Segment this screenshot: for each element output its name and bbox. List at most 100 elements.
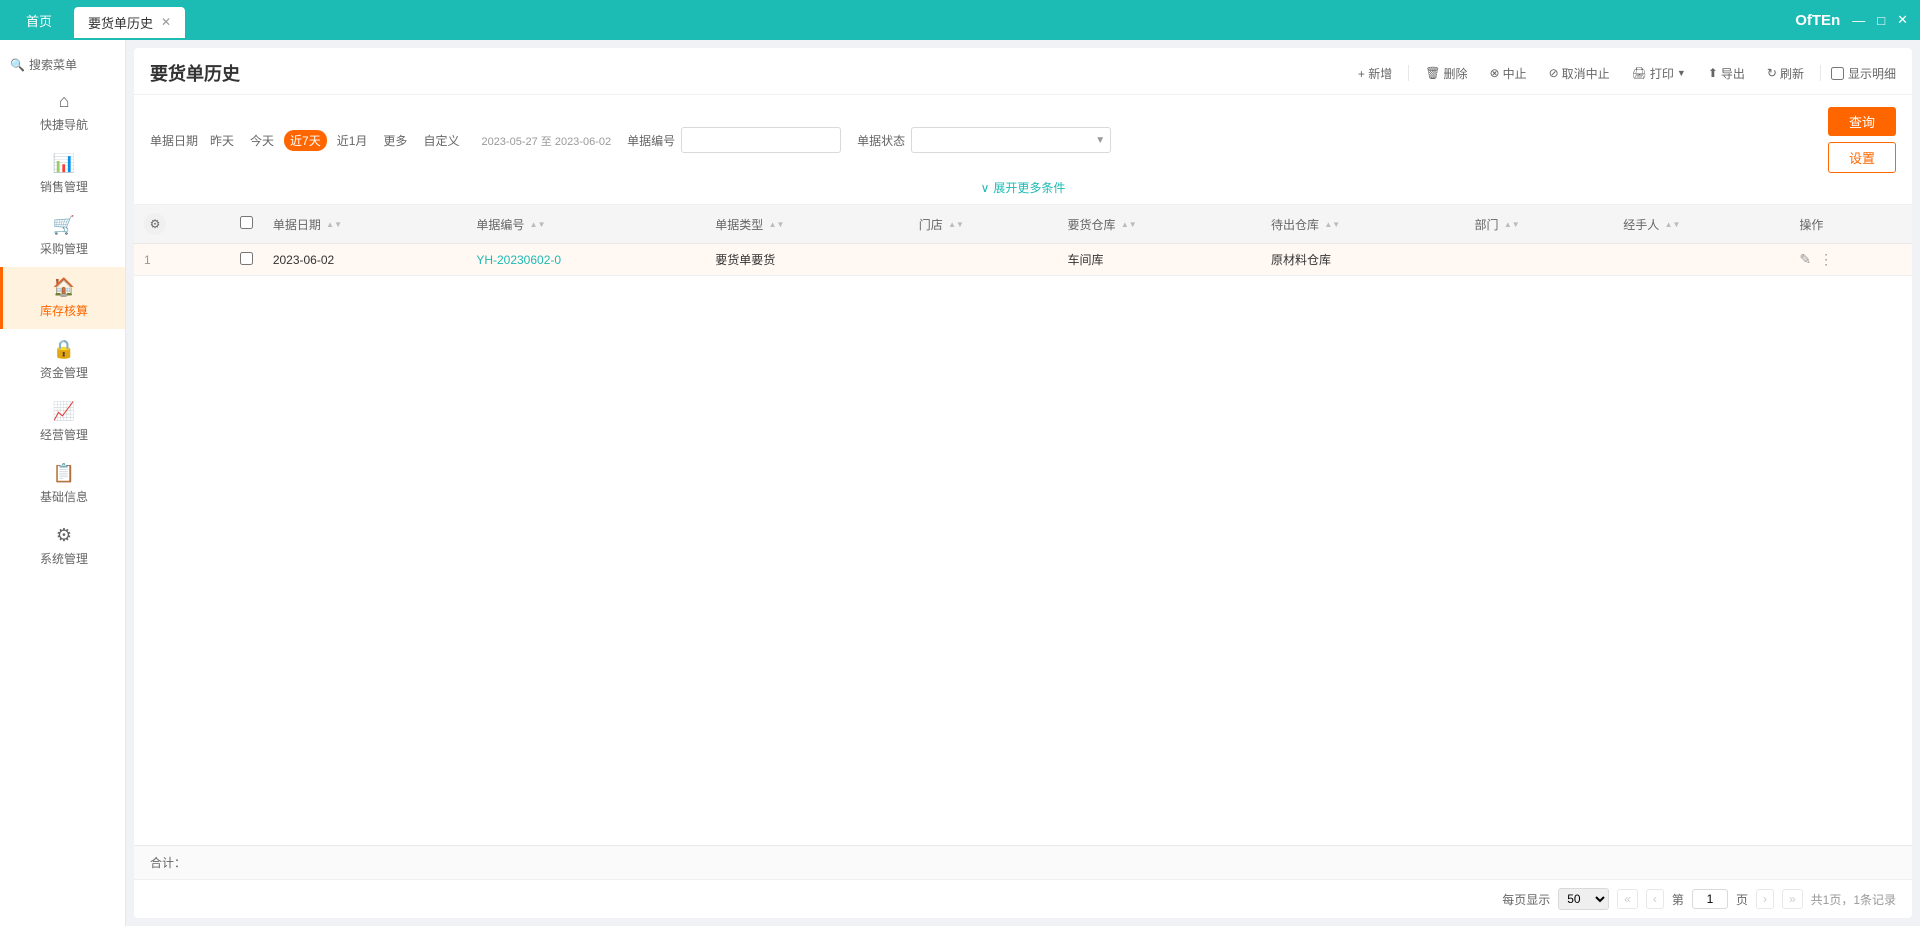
- tab-close-icon[interactable]: ✕: [161, 15, 171, 29]
- select-all-checkbox[interactable]: [240, 216, 253, 229]
- col-doc-type-label: 单据类型: [715, 218, 763, 232]
- col-handler-label: 经手人: [1623, 218, 1659, 232]
- col-doc-no-sort-icon[interactable]: ▲▼: [530, 221, 546, 229]
- quick-nav-icon: ⌂: [59, 91, 70, 112]
- col-settings-gear-icon[interactable]: ⚙: [144, 213, 166, 235]
- toolbar-export-btn[interactable]: ⬆ 导出: [1702, 62, 1751, 85]
- maximize-icon[interactable]: □: [1877, 13, 1885, 28]
- expand-more-btn[interactable]: ∨ 展开更多条件: [150, 179, 1896, 196]
- toolbar-stop-btn[interactable]: ⊗ 中止: [1484, 62, 1533, 85]
- toolbar-new-btn[interactable]: + 新增: [1352, 62, 1398, 85]
- row-edit-icon[interactable]: ✎: [1799, 251, 1811, 268]
- sidebar: 🔍 搜索菜单 ⌂ 快捷导航 📊 销售管理 🛒 采购管理 🏠 库存核算 🔒: [0, 40, 126, 926]
- tab-requisition-history[interactable]: 要货单历史 ✕: [74, 7, 185, 38]
- app-container: 首页 要货单历史 ✕ OfTEn — □ ✕ 🔍 搜索菜单 ⌂ 快捷导航 📊: [0, 0, 1920, 926]
- date-shortcut-yesterday[interactable]: 昨天: [204, 130, 240, 151]
- sidebar-item-inventory[interactable]: 🏠 库存核算: [0, 267, 125, 329]
- col-doc-date-sort-icon[interactable]: ▲▼: [326, 221, 342, 229]
- toolbar-cancel-stop-btn[interactable]: ⊘ 取消中止: [1543, 62, 1616, 85]
- brand-text: OfTEn: [1795, 12, 1840, 29]
- top-bar: 首页 要货单历史 ✕ OfTEn — □ ✕: [0, 0, 1920, 40]
- row-doc-no-link[interactable]: YH-20230602-0: [476, 253, 561, 267]
- sidebar-item-system-mgmt[interactable]: ⚙ 系统管理: [0, 515, 125, 577]
- date-shortcut-today[interactable]: 今天: [244, 130, 280, 151]
- sidebar-search[interactable]: 🔍 搜索菜单: [0, 48, 125, 81]
- sidebar-item-basic-info[interactable]: 📋 基础信息: [0, 453, 125, 515]
- page-size-label: 每页显示: [1502, 891, 1550, 908]
- query-button[interactable]: 查询: [1828, 107, 1896, 136]
- print-dropdown-icon: ▼: [1677, 68, 1686, 78]
- col-department-sort-icon[interactable]: ▲▼: [1504, 221, 1520, 229]
- sidebar-item-sales-mgmt[interactable]: 📊 销售管理: [0, 143, 125, 205]
- toolbar-sep-1: [1408, 65, 1409, 81]
- minimize-icon[interactable]: —: [1852, 13, 1865, 28]
- sidebar-item-finance-mgmt-label: 资金管理: [40, 364, 88, 381]
- top-bar-right: OfTEn — □ ✕: [1785, 12, 1908, 29]
- expand-more-label: 展开更多条件: [993, 179, 1065, 196]
- sidebar-item-operations-mgmt[interactable]: 📈 经营管理: [0, 391, 125, 453]
- page-header: 要货单历史 + 新增 🗑 删除 ⊗ 中止: [134, 48, 1912, 95]
- col-pending-warehouse-label: 待出仓库: [1271, 218, 1319, 232]
- toolbar-refresh-btn[interactable]: ↻ 刷新: [1761, 62, 1810, 85]
- toolbar-refresh-label: 刷新: [1780, 65, 1804, 82]
- page-input[interactable]: [1692, 889, 1728, 909]
- display-detail-toggle[interactable]: 显示明细: [1831, 65, 1896, 82]
- display-detail-checkbox[interactable]: [1831, 67, 1844, 80]
- filter-doc-no-label: 单据编号: [627, 132, 675, 149]
- first-page-btn[interactable]: «: [1617, 889, 1638, 909]
- prev-page-btn[interactable]: ‹: [1646, 889, 1664, 909]
- row-checkbox[interactable]: [240, 252, 253, 265]
- col-doc-type-sort-icon[interactable]: ▲▼: [769, 221, 785, 229]
- col-actions: 操作: [1789, 205, 1912, 244]
- date-shortcut-1month[interactable]: 近1月: [331, 130, 374, 151]
- last-page-btn[interactable]: »: [1782, 889, 1803, 909]
- row-handler-cell: [1613, 244, 1789, 276]
- filter-doc-status-select[interactable]: [911, 127, 1111, 153]
- row-req-warehouse: 车间库: [1068, 253, 1104, 267]
- sidebar-item-operations-mgmt-label: 经营管理: [40, 426, 88, 443]
- sidebar-item-inventory-label: 库存核算: [40, 302, 88, 319]
- summary-label: 合计：: [150, 854, 186, 871]
- sidebar-item-purchase-mgmt-label: 采购管理: [40, 240, 88, 257]
- col-pending-warehouse-sort-icon[interactable]: ▲▼: [1324, 221, 1340, 229]
- col-checkbox: [230, 205, 263, 244]
- row-settings-cell: 1: [134, 244, 230, 276]
- tab-home[interactable]: 首页: [12, 5, 66, 36]
- col-doc-date-label: 单据日期: [273, 218, 321, 232]
- sidebar-item-finance-mgmt[interactable]: 🔒 资金管理: [0, 329, 125, 391]
- cancel-stop-icon: ⊘: [1549, 66, 1559, 80]
- purchase-mgmt-icon: 🛒: [53, 215, 75, 236]
- toolbar-new-label: + 新增: [1358, 65, 1392, 82]
- filter-doc-no-input[interactable]: [681, 127, 841, 153]
- sidebar-item-basic-info-label: 基础信息: [40, 488, 88, 505]
- row-more-icon[interactable]: ⋮: [1819, 251, 1833, 268]
- col-doc-no: 单据编号 ▲▼: [466, 205, 705, 244]
- tab-requisition-history-label: 要货单历史: [88, 13, 153, 32]
- col-store-sort-icon[interactable]: ▲▼: [948, 221, 964, 229]
- basic-info-icon: 📋: [53, 463, 75, 484]
- row-checkbox-cell: [230, 244, 263, 276]
- date-shortcuts: 昨天 今天 近7天 近1月 更多 自定义: [204, 130, 465, 151]
- export-icon: ⬆: [1708, 66, 1718, 80]
- date-shortcut-custom[interactable]: 自定义: [417, 130, 465, 151]
- sidebar-item-quick-nav[interactable]: ⌂ 快捷导航: [0, 81, 125, 143]
- toolbar-print-btn[interactable]: 🖨 打印 ▼: [1626, 62, 1692, 85]
- sidebar-item-quick-nav-label: 快捷导航: [40, 116, 88, 133]
- col-req-warehouse-sort-icon[interactable]: ▲▼: [1121, 221, 1137, 229]
- refresh-icon: ↻: [1767, 66, 1777, 80]
- date-shortcut-more[interactable]: 更多: [377, 130, 413, 151]
- settings-button[interactable]: 设置: [1828, 142, 1896, 173]
- close-icon[interactable]: ✕: [1897, 12, 1908, 28]
- table-header-row: ⚙ 单据日期 ▲▼ 单据编号: [134, 205, 1912, 244]
- row-doc-type-cell: 要货单要货: [705, 244, 909, 276]
- next-page-btn[interactable]: ›: [1756, 889, 1774, 909]
- sidebar-item-purchase-mgmt[interactable]: 🛒 采购管理: [0, 205, 125, 267]
- filter-doc-status: 单据状态 ▼: [857, 127, 1111, 153]
- page-size-select[interactable]: 20 50 100 200: [1558, 888, 1609, 910]
- page-jump-prefix: 第: [1672, 891, 1684, 908]
- row-num: 1: [144, 253, 151, 267]
- col-handler-sort-icon[interactable]: ▲▼: [1665, 221, 1681, 229]
- col-doc-no-label: 单据编号: [476, 218, 524, 232]
- date-shortcut-7days[interactable]: 近7天: [284, 130, 327, 151]
- toolbar-delete-btn[interactable]: 🗑 删除: [1419, 62, 1473, 85]
